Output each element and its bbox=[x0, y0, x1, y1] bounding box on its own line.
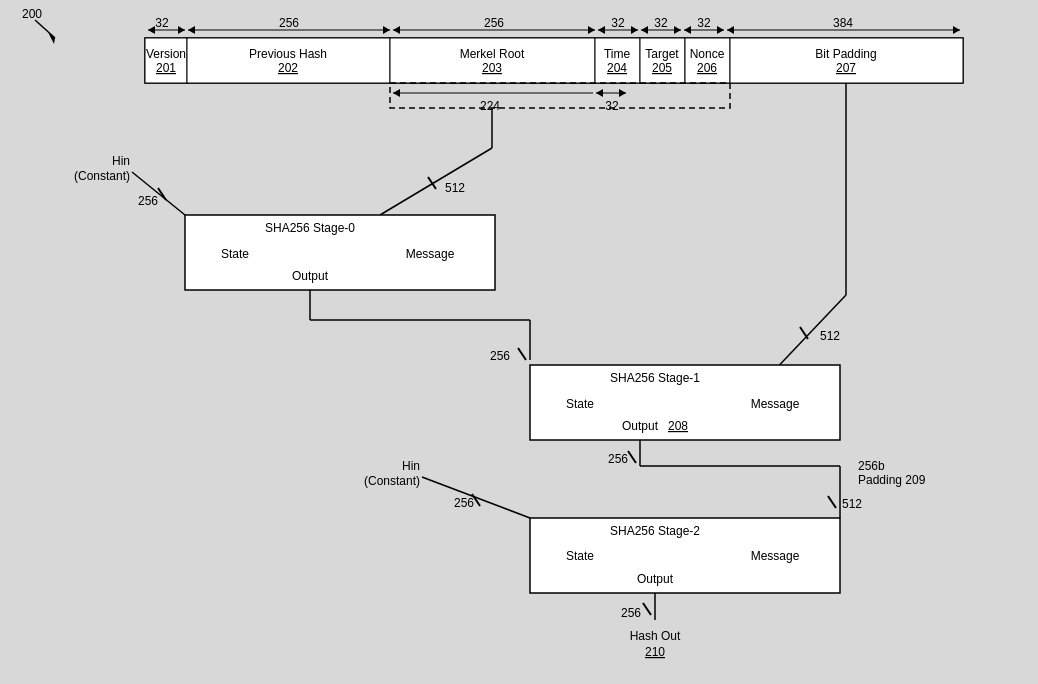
sub-width-224: 224 bbox=[480, 99, 500, 113]
hash-out-ref: 210 bbox=[645, 645, 665, 659]
version-ref: 201 bbox=[156, 61, 176, 75]
prev-hash-ref: 202 bbox=[278, 61, 298, 75]
stage1-wire-512: 512 bbox=[820, 329, 840, 343]
stage1-message: Message bbox=[751, 397, 800, 411]
padding-ref: Padding 209 bbox=[858, 473, 926, 487]
stage2-message: Message bbox=[751, 549, 800, 563]
bit-padding-ref: 207 bbox=[836, 61, 856, 75]
hash-out-label: Hash Out bbox=[630, 629, 681, 643]
stage1-out-wire-256: 256 bbox=[608, 452, 628, 466]
stage1-title: SHA256 Stage-1 bbox=[610, 371, 700, 385]
stage0-state: State bbox=[221, 247, 249, 261]
merkel-root-label: Merkel Root bbox=[460, 47, 525, 61]
diagram: 200 32 256 256 32 32 32 384 Version 201 … bbox=[0, 0, 1038, 684]
bit-padding-label: Bit Padding bbox=[815, 47, 876, 61]
width-32-1: 32 bbox=[155, 16, 169, 30]
merkel-root-ref: 203 bbox=[482, 61, 502, 75]
stage1-state: State bbox=[566, 397, 594, 411]
stage0-output: Output bbox=[292, 269, 329, 283]
stage0-message: Message bbox=[406, 247, 455, 261]
width-384: 384 bbox=[833, 16, 853, 30]
sub-width-32: 32 bbox=[605, 99, 619, 113]
target-ref: 205 bbox=[652, 61, 672, 75]
nonce-label: Nonce bbox=[690, 47, 725, 61]
stage2-hin-wire-256: 256 bbox=[454, 496, 474, 510]
stage1-output: Output bbox=[622, 419, 659, 433]
nonce-ref: 206 bbox=[697, 61, 717, 75]
width-32-2: 32 bbox=[611, 16, 625, 30]
stage2-output: Output bbox=[637, 572, 674, 586]
stage2-wire-512: 512 bbox=[842, 497, 862, 511]
stage2-out-wire-256: 256 bbox=[621, 606, 641, 620]
time-label: Time bbox=[604, 47, 631, 61]
stage2-title: SHA256 Stage-2 bbox=[610, 524, 700, 538]
stage0-hin-sub: (Constant) bbox=[74, 169, 130, 183]
time-ref: 204 bbox=[607, 61, 627, 75]
width-256-2: 256 bbox=[484, 16, 504, 30]
stage2-hin-sub: (Constant) bbox=[364, 474, 420, 488]
stage0-wire-512: 512 bbox=[445, 181, 465, 195]
stage0-hin-label: Hin bbox=[112, 154, 130, 168]
stage2-hin-label: Hin bbox=[402, 459, 420, 473]
stage0-wire-256: 256 bbox=[138, 194, 158, 208]
width-32-4: 32 bbox=[697, 16, 711, 30]
target-label: Target bbox=[645, 47, 679, 61]
stage1-wire-256: 256 bbox=[490, 349, 510, 363]
version-label: Version bbox=[146, 47, 186, 61]
width-256-1: 256 bbox=[279, 16, 299, 30]
stage1-output-ref: 208 bbox=[668, 419, 688, 433]
width-32-3: 32 bbox=[654, 16, 668, 30]
stage2-state: State bbox=[566, 549, 594, 563]
svg-rect-0 bbox=[0, 0, 1038, 684]
padding-256b-label: 256b bbox=[858, 459, 885, 473]
stage0-title: SHA256 Stage-0 bbox=[265, 221, 355, 235]
prev-hash-label: Previous Hash bbox=[249, 47, 327, 61]
diagram-label: 200 bbox=[22, 7, 42, 21]
